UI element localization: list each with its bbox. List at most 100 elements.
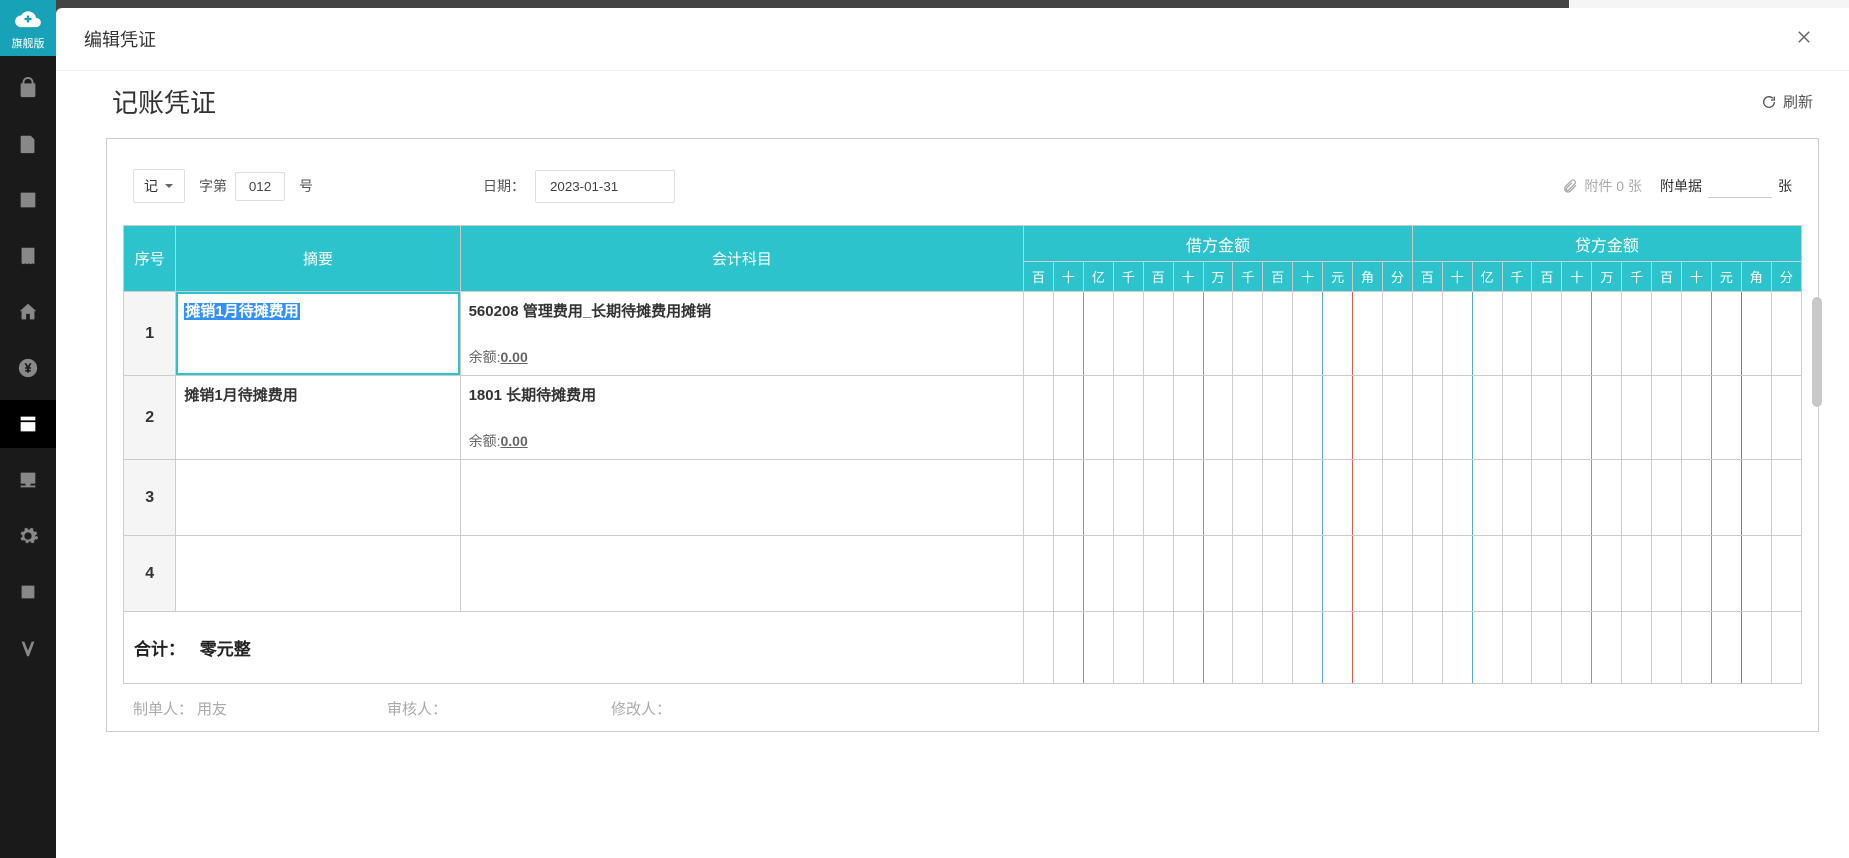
credit-digit[interactable]: [1442, 376, 1472, 460]
credit-digit[interactable]: [1502, 292, 1532, 376]
credit-digit[interactable]: [1442, 460, 1472, 536]
debit-digit[interactable]: [1143, 536, 1173, 612]
debit-digit[interactable]: [1173, 536, 1203, 612]
credit-digit[interactable]: [1562, 536, 1592, 612]
credit-digit[interactable]: [1711, 460, 1741, 536]
credit-digit[interactable]: [1682, 292, 1712, 376]
debit-digit[interactable]: [1173, 460, 1203, 536]
credit-digit[interactable]: [1502, 536, 1532, 612]
account-cell[interactable]: 560208 管理费用_长期待摊费用摊销余额:0.00: [460, 292, 1023, 376]
close-button[interactable]: [1787, 22, 1821, 56]
sidebar-logo[interactable]: 旗舰版: [0, 0, 56, 56]
summary-cell[interactable]: 摊销1月待摊费用: [176, 292, 460, 376]
credit-digit[interactable]: [1592, 292, 1622, 376]
credit-digit[interactable]: [1442, 292, 1472, 376]
sidebar-item-2[interactable]: [0, 120, 56, 168]
debit-digit[interactable]: [1233, 536, 1263, 612]
credit-digit[interactable]: [1592, 460, 1622, 536]
credit-digit[interactable]: [1562, 460, 1592, 536]
debit-digit[interactable]: [1382, 536, 1412, 612]
debit-digit[interactable]: [1323, 460, 1353, 536]
debit-digit[interactable]: [1143, 292, 1173, 376]
debit-digit[interactable]: [1263, 536, 1293, 612]
sidebar-item-7[interactable]: [0, 400, 56, 448]
debit-digit[interactable]: [1083, 536, 1113, 612]
sidebar-item-6[interactable]: [0, 344, 56, 392]
debit-digit[interactable]: [1024, 460, 1054, 536]
debit-digit[interactable]: [1024, 292, 1054, 376]
credit-digit[interactable]: [1562, 292, 1592, 376]
credit-digit[interactable]: [1711, 292, 1741, 376]
debit-digit[interactable]: [1323, 376, 1353, 460]
debit-digit[interactable]: [1113, 536, 1143, 612]
debit-digit[interactable]: [1293, 292, 1323, 376]
debit-digit[interactable]: [1143, 460, 1173, 536]
credit-digit[interactable]: [1711, 536, 1741, 612]
credit-digit[interactable]: [1652, 460, 1682, 536]
debit-digit[interactable]: [1353, 376, 1383, 460]
refresh-button[interactable]: 刷新: [1761, 91, 1813, 112]
credit-digit[interactable]: [1472, 536, 1502, 612]
credit-digit[interactable]: [1652, 376, 1682, 460]
debit-digit[interactable]: [1293, 536, 1323, 612]
debit-digit[interactable]: [1323, 536, 1353, 612]
debit-digit[interactable]: [1083, 292, 1113, 376]
debit-digit[interactable]: [1382, 292, 1412, 376]
credit-digit[interactable]: [1412, 460, 1442, 536]
summary-cell[interactable]: [176, 460, 460, 536]
debit-digit[interactable]: [1113, 292, 1143, 376]
credit-digit[interactable]: [1741, 376, 1771, 460]
summary-input-active[interactable]: 摊销1月待摊费用: [176, 292, 459, 375]
credit-digit[interactable]: [1771, 376, 1801, 460]
credit-digit[interactable]: [1741, 460, 1771, 536]
sidebar-item-11[interactable]: [0, 624, 56, 672]
sidebar-item-10[interactable]: [0, 568, 56, 616]
sidebar-item-4[interactable]: [0, 232, 56, 280]
debit-digit[interactable]: [1382, 376, 1412, 460]
credit-digit[interactable]: [1652, 292, 1682, 376]
debit-digit[interactable]: [1263, 460, 1293, 536]
scrollbar[interactable]: [1812, 297, 1822, 407]
debit-digit[interactable]: [1233, 460, 1263, 536]
credit-digit[interactable]: [1741, 536, 1771, 612]
credit-digit[interactable]: [1771, 536, 1801, 612]
debit-digit[interactable]: [1263, 292, 1293, 376]
credit-digit[interactable]: [1652, 536, 1682, 612]
debit-digit[interactable]: [1053, 376, 1083, 460]
credit-digit[interactable]: [1532, 292, 1562, 376]
voucher-number-input[interactable]: [235, 172, 285, 201]
debit-digit[interactable]: [1053, 536, 1083, 612]
credit-digit[interactable]: [1472, 376, 1502, 460]
credit-digit[interactable]: [1592, 536, 1622, 612]
credit-digit[interactable]: [1771, 292, 1801, 376]
credit-digit[interactable]: [1622, 536, 1652, 612]
sidebar-item-9[interactable]: [0, 512, 56, 560]
debit-digit[interactable]: [1113, 460, 1143, 536]
credit-digit[interactable]: [1442, 536, 1472, 612]
debit-digit[interactable]: [1353, 292, 1383, 376]
debit-digit[interactable]: [1113, 376, 1143, 460]
debit-digit[interactable]: [1382, 460, 1412, 536]
debit-digit[interactable]: [1024, 376, 1054, 460]
credit-digit[interactable]: [1412, 292, 1442, 376]
credit-digit[interactable]: [1711, 376, 1741, 460]
credit-digit[interactable]: [1532, 460, 1562, 536]
debit-digit[interactable]: [1203, 292, 1233, 376]
credit-digit[interactable]: [1532, 376, 1562, 460]
credit-digit[interactable]: [1412, 376, 1442, 460]
debit-digit[interactable]: [1053, 460, 1083, 536]
attachment-link[interactable]: 附件 0 张: [1562, 176, 1642, 196]
summary-cell[interactable]: 摊销1月待摊费用: [176, 376, 460, 460]
credit-digit[interactable]: [1622, 460, 1652, 536]
debit-digit[interactable]: [1293, 460, 1323, 536]
debit-digit[interactable]: [1173, 292, 1203, 376]
doc-count-input[interactable]: [1708, 174, 1772, 198]
debit-digit[interactable]: [1024, 536, 1054, 612]
debit-digit[interactable]: [1143, 376, 1173, 460]
account-cell[interactable]: [460, 536, 1023, 612]
credit-digit[interactable]: [1532, 536, 1562, 612]
debit-digit[interactable]: [1293, 376, 1323, 460]
debit-digit[interactable]: [1233, 292, 1263, 376]
sidebar-item-1[interactable]: [0, 64, 56, 112]
debit-digit[interactable]: [1353, 460, 1383, 536]
